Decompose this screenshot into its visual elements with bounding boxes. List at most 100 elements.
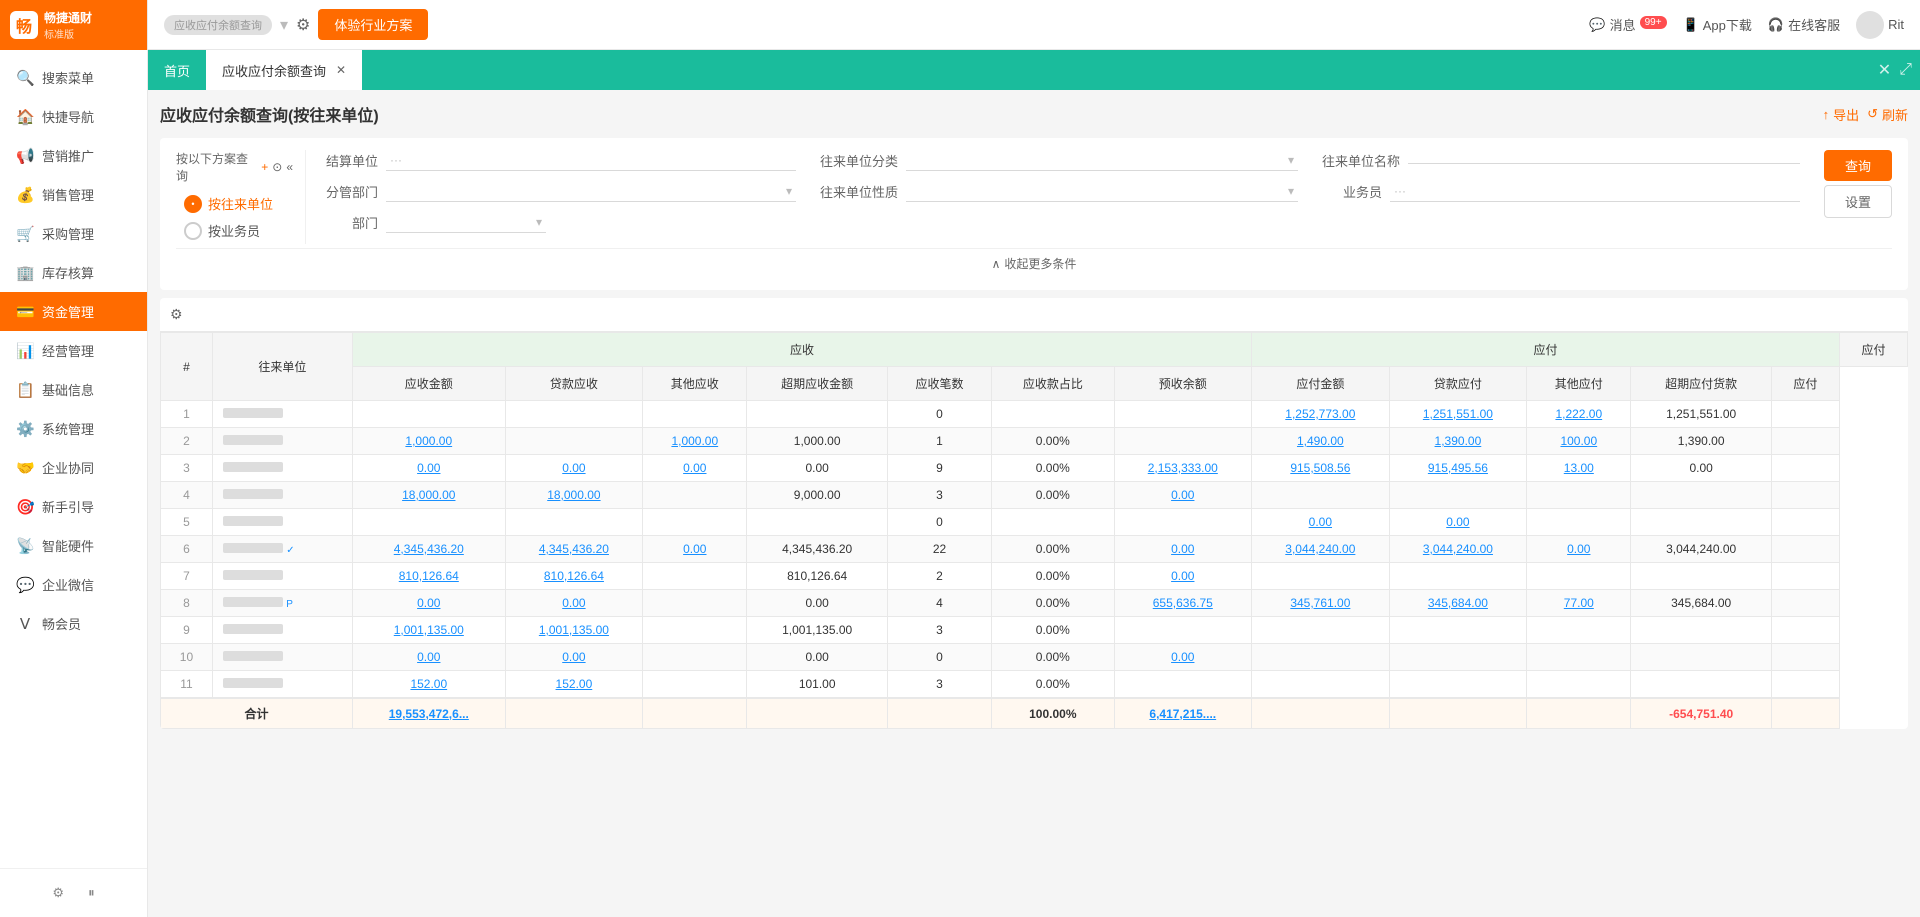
close-window-icon[interactable]: ✕: [1878, 60, 1891, 80]
sidebar-item-collab[interactable]: 🤝 企业协同: [0, 448, 147, 487]
query-option-partner[interactable]: • 按往来单位: [176, 190, 293, 217]
table-row: 10 0.00 0.00 0.00 0 0.00% 0.00: [161, 644, 1908, 671]
collapse-more-conditions[interactable]: ∧ 收起更多条件: [176, 248, 1892, 278]
sidebar-item-purchase[interactable]: 🛒 采购管理: [0, 214, 147, 253]
app-download-btn[interactable]: 📱 App下载: [1683, 15, 1752, 34]
sidebar-item-quick-nav[interactable]: 🏠 快捷导航: [0, 97, 147, 136]
col-payable-extra: 应付: [1839, 333, 1907, 367]
query-option-salesperson[interactable]: 按业务员: [176, 217, 293, 244]
online-service-btn[interactable]: 🎧 在线客服: [1768, 15, 1840, 34]
tab-close-icon[interactable]: ✕: [336, 63, 346, 77]
partner-category-label: 往来单位分类: [820, 151, 898, 170]
message-btn[interactable]: 💬 消息 99+: [1589, 15, 1666, 34]
refresh-button[interactable]: ↺ 刷新: [1867, 105, 1908, 124]
table-toolbar: ⚙: [160, 298, 1908, 332]
partner-name-label: 往来单位名称: [1322, 151, 1400, 170]
total-payable-amount: -654,751.40: [1631, 698, 1771, 729]
refresh-icon: ↺: [1867, 106, 1878, 122]
inventory-icon: 🏢: [16, 264, 34, 282]
col-payable-more2: 应付: [1771, 367, 1839, 401]
logo-icon: 畅: [10, 11, 38, 39]
partner-category-select[interactable]: ▾: [906, 150, 1298, 171]
fund-icon: 💳: [16, 303, 34, 321]
main-content: 应收应付余额查询(按往来单位) ↑ 导出 ↺ 刷新 按以下方案查询 + ⊙ «: [148, 90, 1920, 917]
maximize-icon[interactable]: ⤢: [1899, 61, 1912, 79]
basic-icon: 📋: [16, 381, 34, 399]
export-button[interactable]: ↑ 导出: [1823, 105, 1860, 124]
sidebar-item-system[interactable]: ⚙️ 系统管理: [0, 409, 147, 448]
page-header: 应收应付余额查询(按往来单位) ↑ 导出 ↺ 刷新: [160, 102, 1908, 126]
col-receivable-count: 应收笔数: [887, 367, 991, 401]
col-payable-amount: 应付金额: [1252, 367, 1390, 401]
collab-icon: 🤝: [16, 459, 34, 477]
data-table: # 往来单位 应收 应付 应付 应收金额 贷款应收 其他应收 超期应收金额 应收…: [160, 332, 1908, 729]
radio-partner-icon: •: [184, 195, 202, 213]
filter-salesperson: 业务员 ···: [1322, 181, 1800, 202]
add-filter-btn[interactable]: +: [261, 160, 268, 174]
user-avatar: [1856, 11, 1884, 39]
salesperson-input[interactable]: ···: [1390, 181, 1800, 202]
query-btn-group: 查询 设置: [1824, 150, 1892, 218]
gear-icon[interactable]: ⚙: [296, 15, 310, 35]
user-area[interactable]: Rit: [1856, 11, 1904, 39]
tab-home[interactable]: 首页: [148, 50, 206, 90]
settlement-unit-input[interactable]: ···: [386, 150, 796, 171]
sidebar-item-marketing[interactable]: 📢 营销推广: [0, 136, 147, 175]
sidebar-item-guide[interactable]: 🎯 新手引导: [0, 487, 147, 526]
home-icon: 🏠: [16, 108, 34, 126]
solution-button[interactable]: 体验行业方案: [318, 9, 428, 40]
col-advance-balance: 预收余额: [1114, 367, 1252, 401]
sidebar-item-basic[interactable]: 📋 基础信息: [0, 370, 147, 409]
topbar-right: 💬 消息 99+ 📱 App下载 🎧 在线客服 Rit: [1589, 11, 1904, 39]
col-overdue-receivable: 超期应收金额: [747, 367, 887, 401]
department-select[interactable]: ▾: [386, 212, 546, 233]
guide-icon: 🎯: [16, 498, 34, 516]
filter-partner-name: 往来单位名称: [1322, 150, 1800, 171]
total-receivable-amount: 19,553,472,6...: [352, 698, 505, 729]
sidebar-item-hardware[interactable]: 📡 智能硬件: [0, 526, 147, 565]
breadcrumb: 应收应付余额查询: [164, 15, 272, 35]
sidebar-item-sales[interactable]: 💰 销售管理: [0, 175, 147, 214]
filter-panel: 按以下方案查询 + ⊙ « • 按往来单位 按业务员: [160, 138, 1908, 290]
table-row: 1 0 1,252,773.00 1,251,551.00 1,222.00 1…: [161, 401, 1908, 428]
partner-nature-select[interactable]: ▾: [906, 181, 1298, 202]
sidebar-logo: 畅 畅捷通财 标准版: [0, 0, 147, 50]
division-select[interactable]: ▾: [386, 181, 796, 202]
search-icon: 🔍: [16, 69, 34, 87]
chevron-down-icon[interactable]: ▾: [280, 15, 288, 35]
total-receivable-ratio: 100.00%: [992, 698, 1114, 729]
hardware-icon: 📡: [16, 537, 34, 555]
sidebar-item-inventory[interactable]: 🏢 库存核算: [0, 253, 147, 292]
partner-nature-label: 往来单位性质: [820, 182, 898, 201]
tab-balance-query[interactable]: 应收应付余额查询 ✕: [206, 50, 362, 90]
total-row: 合计 19,553,472,6... 100.00% 6,417,215....…: [161, 698, 1908, 729]
sidebar-item-member[interactable]: Ⅴ 畅会员: [0, 604, 147, 643]
collapse-up-icon: ∧: [992, 257, 1001, 271]
settlement-unit-label: 结算单位: [318, 151, 378, 170]
query-button[interactable]: 查询: [1824, 150, 1892, 181]
sidebar-item-search-menu[interactable]: 🔍 搜索菜单: [0, 58, 147, 97]
collapse-sidebar-btn[interactable]: ⏸: [78, 879, 105, 907]
table-row: 3 0.00 0.00 0.00 0.00 9 0.00% 2,153,333.…: [161, 455, 1908, 482]
salesperson-label: 业务员: [1322, 182, 1382, 201]
collapse-filter-btn[interactable]: «: [286, 160, 293, 174]
table-scroll[interactable]: # 往来单位 应收 应付 应付 应收金额 贷款应收 其他应收 超期应收金额 应收…: [160, 332, 1908, 729]
settings-bottom-btn[interactable]: ⚙: [42, 879, 74, 907]
partner-name-input[interactable]: [1408, 157, 1800, 164]
filter-partner-category: 往来单位分类 ▾: [820, 150, 1298, 171]
topbar: 应收应付余额查询 ▾ ⚙ 体验行业方案 💬 消息 99+ 📱 App下载 🎧 在…: [148, 0, 1920, 50]
member-icon: Ⅴ: [16, 615, 34, 633]
sidebar-item-wechat[interactable]: 💬 企业微信: [0, 565, 147, 604]
table-row: 2 1,000.00 1,000.00 1,000.00 1 0.00% 1,4…: [161, 428, 1908, 455]
filter-row-1: 结算单位 ··· 往来单位分类 ▾ 往来单位名称: [318, 150, 1800, 171]
settings-button[interactable]: 设置: [1824, 185, 1892, 218]
table-settings-icon[interactable]: ⚙: [170, 306, 183, 323]
chevron-down-category-icon: ▾: [1288, 153, 1294, 167]
query-method-label: 按以下方案查询 + ⊙ «: [176, 150, 293, 184]
sidebar-item-operations[interactable]: 📊 经营管理: [0, 331, 147, 370]
sidebar: 畅 畅捷通财 标准版 🔍 搜索菜单 🏠 快捷导航 📢 营销推广 💰 销售管理 🛒…: [0, 0, 148, 917]
settings-filter-btn[interactable]: ⊙: [272, 160, 282, 174]
col-partner: 往来单位: [212, 333, 352, 401]
table-row: 5 0 0.00 0.00: [161, 509, 1908, 536]
sidebar-item-fund[interactable]: 💳 资金管理: [0, 292, 147, 331]
